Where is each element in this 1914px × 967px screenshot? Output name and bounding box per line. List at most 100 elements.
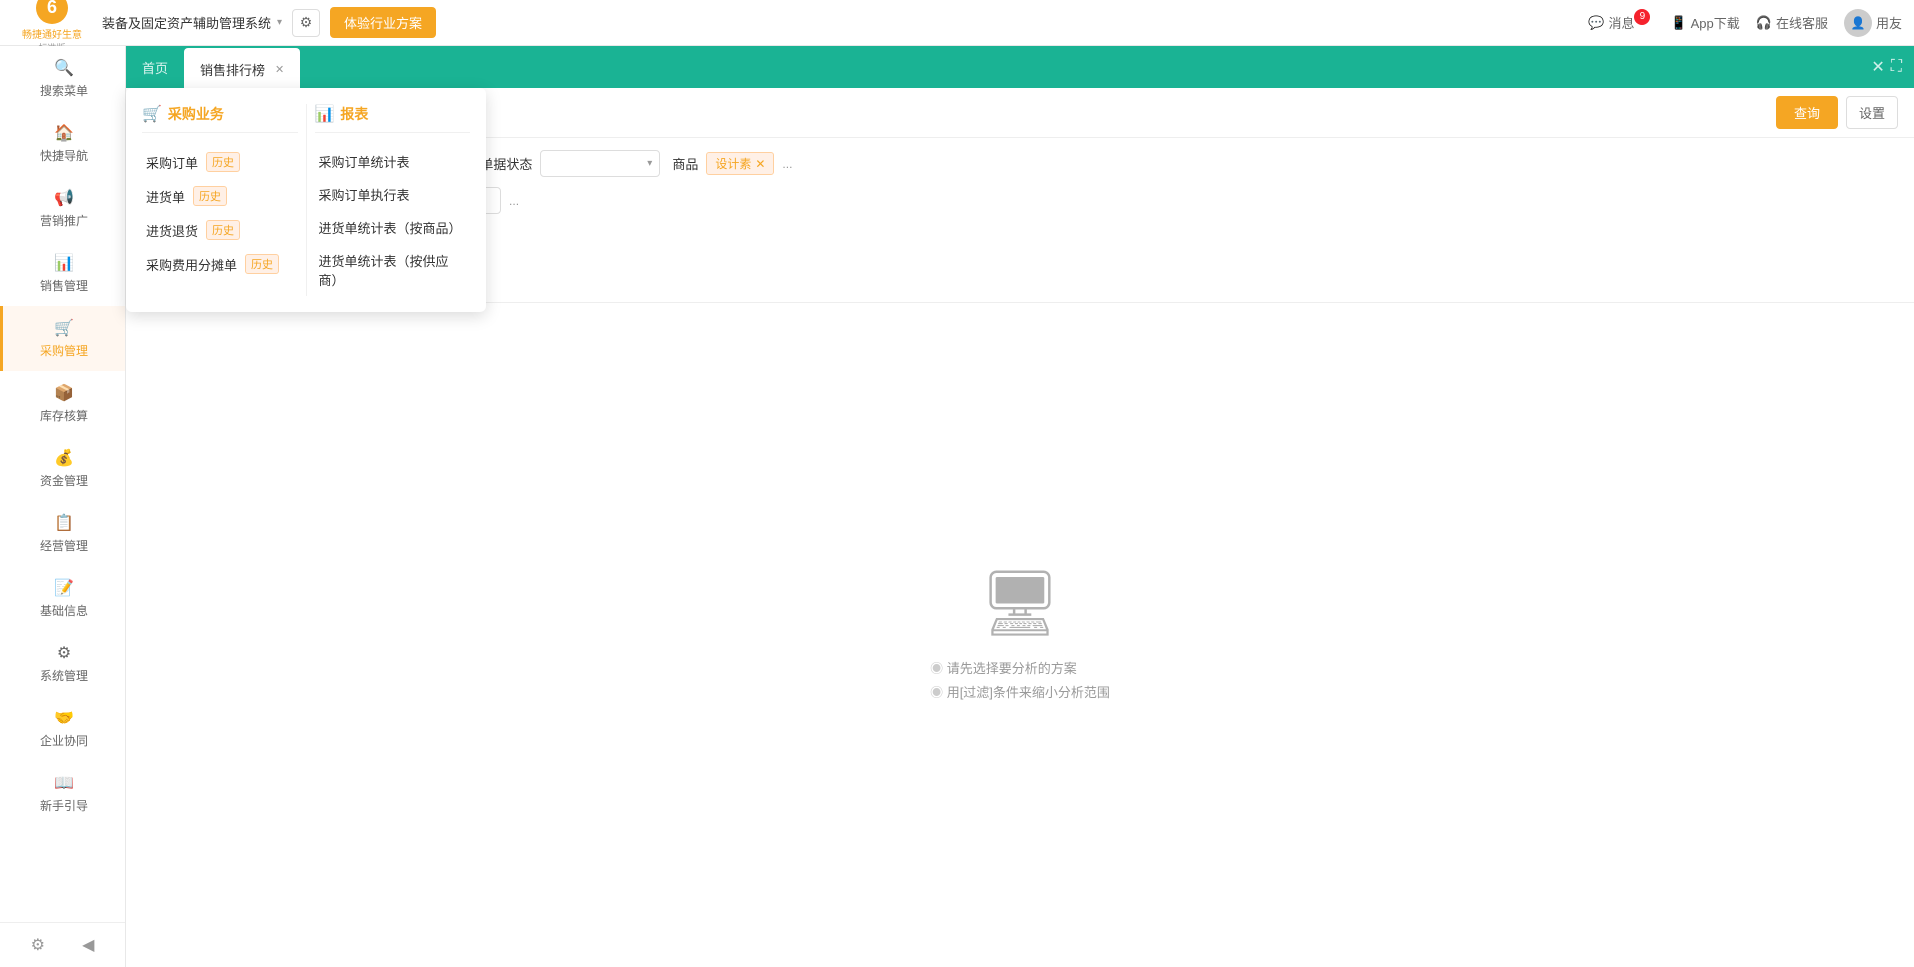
menu-item-inbound[interactable]: 进货单 历史 [142,179,298,213]
messages-item[interactable]: 💬 消息 9 [1588,13,1654,32]
app-download-item[interactable]: 📱 App下载 [1670,13,1739,32]
tab-home[interactable]: 首页 [126,46,184,88]
tab-home-label: 首页 [142,58,168,77]
setting-button[interactable]: 设置 [1846,96,1898,129]
sidebar-settings-btn[interactable]: ⚙ [31,935,45,955]
report-col-icon: 📊 [315,104,335,124]
user-avatar: 👤 [1844,9,1872,37]
top-right: 💬 消息 9 📱 App下载 🎧 在线客服 👤 用友 [1588,9,1902,37]
expense-label: 采购费用分摊单 [146,255,237,274]
report-col-title: 📊 报表 [315,104,471,133]
purchase-col-title: 🛒 采购业务 [142,104,298,133]
chart-icon: 📊 [54,253,74,273]
sidebar-item-inventory[interactable]: 📦 库存核算 [0,371,125,436]
menu-item-return[interactable]: 进货退货 历史 [142,213,298,247]
tab-sales-rank-label: 销售排行榜 [200,60,265,79]
sidebar-menu: 🔍 搜索菜单 🏠 快捷导航 📢 营销推广 📊 销售管理 🛒 采购管 [0,46,125,922]
expense-hist[interactable]: 历史 [245,254,279,274]
gear-button[interactable]: ⚙ [292,9,320,37]
doc-status-select[interactable] [540,150,660,177]
clipboard-icon: 📋 [54,513,74,533]
user-label: 用友 [1876,13,1902,32]
sidebar-item-finance[interactable]: 💰 资金管理 [0,436,125,501]
sidebar: 🔍 搜索菜单 🏠 快捷导航 📢 营销推广 📊 销售管理 🛒 采购管 [0,46,126,967]
purchase-col-title-label: 采购业务 [168,104,224,124]
sidebar-label-newbie: 新手引导 [40,797,88,814]
goods-tag-close[interactable]: ✕ [755,157,765,171]
sidebar-item-quick-nav[interactable]: 🏠 快捷导航 [0,111,125,176]
doc-status-label: 单据状态 [480,154,532,173]
sidebar-label-enterprise: 企业协同 [40,732,88,749]
box-icon: 📦 [54,383,74,403]
inbound-hist[interactable]: 历史 [193,186,227,206]
system-title-text: 装备及固定资产辅助管理系统 [102,13,271,32]
sidebar-label-finance: 资金管理 [40,472,88,489]
menu-item-inbound-stats-supplier[interactable]: 进货单统计表（按供应商） [315,244,471,296]
doc-status-group: 单据状态 [480,150,660,177]
menu-item-inbound-stats-goods[interactable]: 进货单统计表（按商品） [315,211,471,244]
tab-close-all-btn[interactable]: ✕ [1871,57,1884,77]
menu-item-purchase-order[interactable]: 采购订单 历史 [142,145,298,179]
messages-label: 消息 [1608,13,1634,32]
sidebar-label-sales: 销售管理 [40,277,88,294]
menu-item-order-stats[interactable]: 采购订单统计表 [315,145,471,178]
messages-badge: 9 [1634,9,1650,25]
logo-brand: 畅捷通好生意 [22,26,82,41]
top-bar: 6 畅捷通好生意 标准版 装备及固定资产辅助管理系统 ▾ ⚙ 体验行业方案 💬 … [0,0,1914,46]
menu-item-order-exec[interactable]: 采购订单执行表 [315,178,471,211]
tab-close-btn[interactable]: ✕ [275,63,284,76]
sidebar-label-search: 搜索菜单 [40,82,88,99]
handshake-icon: 🤝 [54,708,74,728]
sidebar-label-inventory: 库存核算 [40,407,88,424]
book-icon: 📖 [54,773,74,793]
order-exec-label: 采购订单执行表 [319,185,410,204]
salesperson-more-btn[interactable]: ... [509,194,519,208]
empty-tip-2: 用[过滤]条件来缩小分析范围 [930,681,1110,704]
query-button[interactable]: 查询 [1776,96,1838,129]
sidebar-label-marketing: 营销推广 [40,212,88,229]
gear-menu-icon: ⚙ [57,643,71,663]
industry-button[interactable]: 体验行业方案 [330,7,436,38]
sidebar-item-marketing[interactable]: 📢 营销推广 [0,176,125,241]
tab-sales-rank[interactable]: 销售排行榜 ✕ [184,48,300,90]
purchase-col: 🛒 采购业务 采购订单 历史 进货单 历史 进货退货 历史 采购费用分摊单 历史 [142,104,298,296]
money-icon: 💰 [54,448,74,468]
sidebar-collapse-btn[interactable]: ◀ [82,935,94,955]
search-icon: 🔍 [54,58,74,78]
home-icon: 🏠 [54,123,74,143]
sidebar-item-operations[interactable]: 📋 经营管理 [0,501,125,566]
empty-tips: 请先选择要分析的方案 用[过滤]条件来缩小分析范围 [930,657,1110,704]
return-hist[interactable]: 历史 [206,220,240,240]
sidebar-item-newbie[interactable]: 📖 新手引导 [0,761,125,826]
goods-more-btn[interactable]: ... [782,157,792,171]
sidebar-item-enterprise[interactable]: 🤝 企业协同 [0,696,125,761]
note-icon: 📝 [54,578,74,598]
tab-expand-btn[interactable]: ⛶ [1891,58,1902,76]
app-container: 6 畅捷通好生意 标准版 装备及固定资产辅助管理系统 ▾ ⚙ 体验行业方案 💬 … [0,0,1914,967]
menu-item-expense[interactable]: 采购费用分摊单 历史 [142,247,298,281]
empty-icon: 🖥 [979,566,1060,641]
goods-filter-group: 商品 设计素 ✕ ... [672,152,792,175]
system-title: 装备及固定资产辅助管理系统 ▾ [102,13,282,32]
sidebar-item-search[interactable]: 🔍 搜索菜单 [0,46,125,111]
sidebar-item-system[interactable]: ⚙ 系统管理 [0,631,125,696]
purchase-order-hist[interactable]: 历史 [206,152,240,172]
sidebar-label-operations: 经营管理 [40,537,88,554]
message-icon: 💬 [1588,15,1604,31]
sidebar-item-sales[interactable]: 📊 销售管理 [0,241,125,306]
sidebar-bottom: ⚙ ◀ [0,922,125,967]
purchase-col-icon: 🛒 [142,104,162,124]
sidebar-label-quick-nav: 快捷导航 [40,147,88,164]
toolbar-right: 查询 设置 [1776,96,1898,129]
order-stats-label: 采购订单统计表 [319,152,410,171]
user-item[interactable]: 👤 用友 [1844,9,1902,37]
phone-icon: 📱 [1670,15,1686,31]
megaphone-icon: 📢 [54,188,74,208]
purchase-dropdown-menu: 🛒 采购业务 采购订单 历史 进货单 历史 进货退货 历史 采购费用分摊单 历史 [126,88,486,312]
online-service-item[interactable]: 🎧 在线客服 [1756,13,1828,32]
sidebar-item-purchase[interactable]: 🛒 采购管理 [0,306,125,371]
sidebar-item-basic-info[interactable]: 📝 基础信息 [0,566,125,631]
sidebar-label-purchase: 采购管理 [40,342,88,359]
system-dropdown-arrow[interactable]: ▾ [277,17,282,28]
goods-tag: 设计素 ✕ [706,152,774,175]
